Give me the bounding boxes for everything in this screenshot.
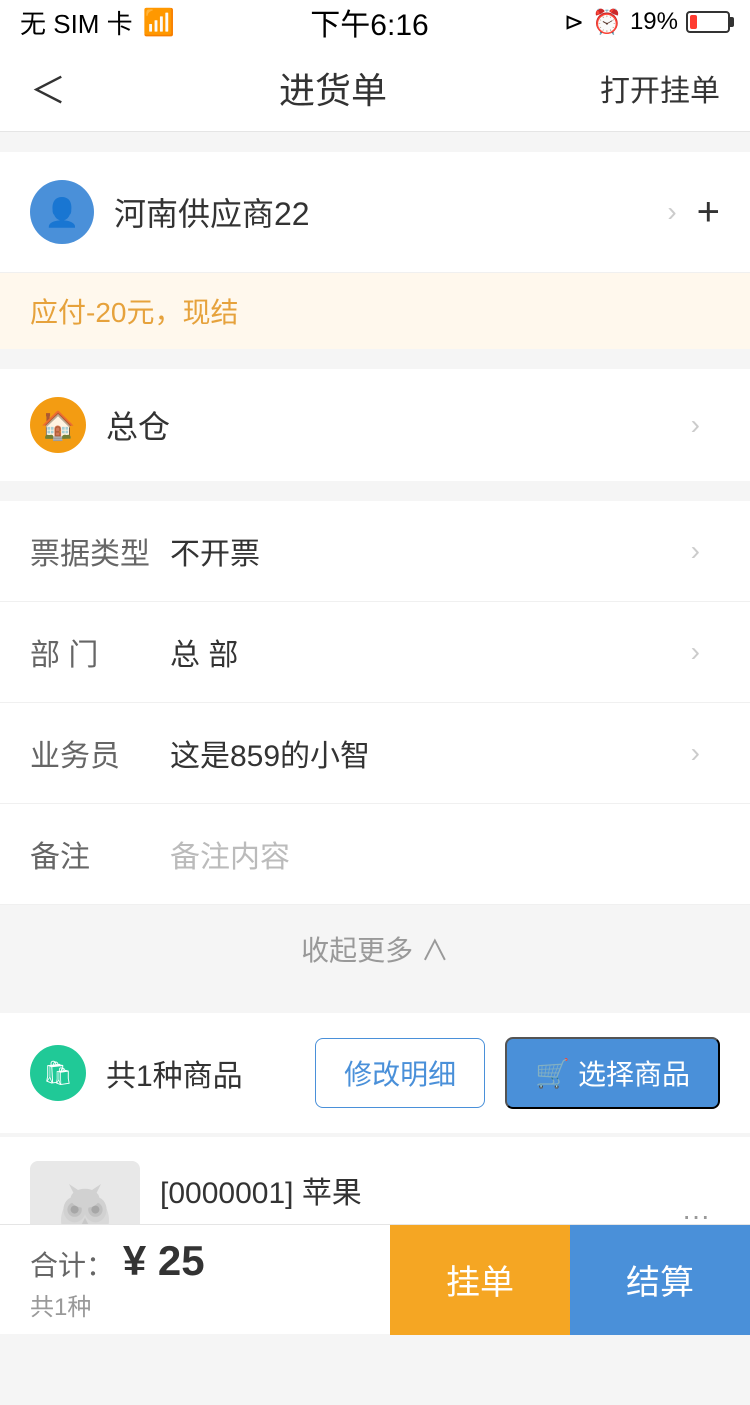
gap-4	[0, 993, 750, 1013]
product-section-icon: 🛍	[30, 1045, 86, 1101]
battery-icon	[686, 11, 730, 33]
select-cart-icon: 🛒	[535, 1057, 570, 1090]
agent-value: 这是859的小智	[170, 731, 691, 775]
total-section: 合计： ¥ 25 共1种	[0, 1237, 390, 1322]
remark-row[interactable]: 备注 备注内容	[0, 804, 750, 905]
checkout-button[interactable]: 结算	[570, 1225, 750, 1335]
select-product-button[interactable]: 🛒 选择商品	[505, 1037, 720, 1109]
status-bar: 无 SIM 卡 📶 下午6:16 ⊳ ⏰ 19%	[0, 0, 750, 44]
total-line: 合计： ¥ 25	[30, 1237, 360, 1285]
product-id: [0000001]	[160, 1177, 293, 1210]
location-icon: ⊳	[564, 8, 584, 37]
back-button[interactable]: ＜	[30, 62, 66, 114]
ticket-value: 不开票	[170, 529, 691, 573]
ticket-chevron-icon: ›	[691, 535, 700, 567]
dept-chevron-icon: ›	[691, 636, 700, 668]
supplier-section: 👤 河南供应商22 › + 应付-20元，现结	[0, 152, 750, 349]
dept-row[interactable]: 部 门 总 部 ›	[0, 602, 750, 703]
select-product-label: 选择商品	[578, 1053, 690, 1093]
warehouse-section: 🏠 总仓 ›	[0, 369, 750, 481]
product-header: 🛍 共1种商品 修改明细 🛒 选择商品	[0, 1013, 750, 1133]
carrier-label: 无 SIM 卡	[20, 4, 133, 41]
remark-input[interactable]: 备注内容	[170, 832, 720, 876]
status-right: ⊳ ⏰ 19%	[564, 8, 730, 37]
gap-3	[0, 481, 750, 501]
nav-bar: ＜ 进货单 打开挂单	[0, 44, 750, 132]
supplier-avatar: 👤	[30, 180, 94, 244]
product-count-label: 共1种商品	[106, 1051, 295, 1095]
supplier-name: 河南供应商22	[114, 189, 667, 235]
warehouse-name: 总仓	[106, 402, 691, 448]
battery-pct: 19%	[630, 8, 678, 36]
collapse-button[interactable]: 收起更多 ∧	[0, 905, 750, 993]
dept-value: 总 部	[170, 630, 691, 674]
gap-1	[0, 132, 750, 152]
agent-row[interactable]: 业务员 这是859的小智 ›	[0, 703, 750, 804]
product-title: [0000001] 苹果	[160, 1168, 652, 1212]
status-time: 下午6:16	[310, 0, 428, 44]
warehouse-icon: 🏠	[30, 397, 86, 453]
gap-2	[0, 349, 750, 369]
total-count: 共1种	[30, 1287, 360, 1322]
agent-chevron-icon: ›	[691, 737, 700, 769]
divider	[0, 1133, 750, 1135]
remark-label: 备注	[30, 832, 170, 876]
pending-button[interactable]: 挂单	[390, 1225, 570, 1335]
ticket-row[interactable]: 票据类型 不开票 ›	[0, 501, 750, 602]
bottom-bar: 合计： ¥ 25 共1种 挂单 结算	[0, 1224, 750, 1334]
supplier-row[interactable]: 👤 河南供应商22 › +	[0, 152, 750, 273]
open-pending-button[interactable]: 打开挂单	[600, 66, 720, 110]
supplier-chevron-icon: ›	[667, 196, 676, 228]
status-left: 无 SIM 卡 📶	[20, 4, 175, 41]
warehouse-chevron-icon: ›	[691, 409, 700, 441]
add-supplier-button[interactable]: +	[697, 190, 720, 235]
form-section: 票据类型 不开票 › 部 门 总 部 › 业务员 这是859的小智 › 备注 备…	[0, 501, 750, 905]
home-icon: 🏠	[41, 409, 76, 442]
page-title: 进货单	[279, 62, 387, 114]
dept-label: 部 门	[30, 630, 170, 674]
total-amount: ¥ 25	[123, 1237, 205, 1284]
wifi-icon: 📶	[143, 7, 175, 38]
supplier-notice: 应付-20元，现结	[0, 273, 750, 349]
edit-detail-button[interactable]: 修改明细	[315, 1038, 485, 1108]
cart-icon: 🛍	[43, 1059, 73, 1088]
ticket-label: 票据类型	[30, 529, 170, 573]
avatar-icon: 👤	[45, 196, 80, 229]
agent-label: 业务员	[30, 731, 170, 775]
warehouse-row[interactable]: 🏠 总仓 ›	[0, 369, 750, 481]
alarm-icon: ⏰	[592, 8, 622, 37]
total-label: 合计：	[30, 1250, 114, 1281]
products-section: 🛍 共1种商品 修改明细 🛒 选择商品	[0, 1013, 750, 1133]
